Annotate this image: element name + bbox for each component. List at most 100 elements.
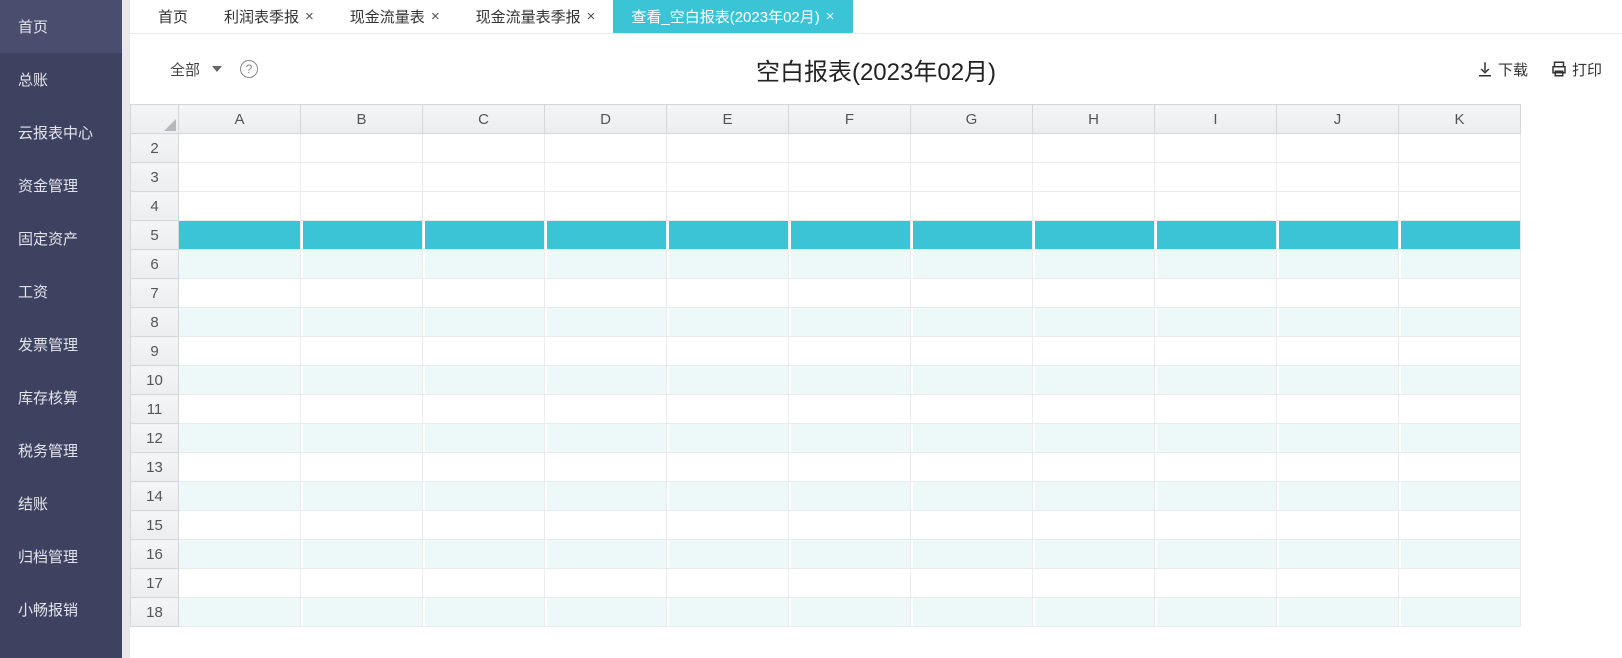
cell-F11[interactable] xyxy=(789,395,911,424)
cell-I15[interactable] xyxy=(1155,511,1277,540)
cell-J16[interactable] xyxy=(1277,540,1399,569)
cell-D16[interactable] xyxy=(545,540,667,569)
cell-B6[interactable] xyxy=(301,250,423,279)
cell-E18[interactable] xyxy=(667,598,789,627)
col-header-F[interactable]: F xyxy=(789,105,911,134)
cell-C13[interactable] xyxy=(423,453,545,482)
cell-K5[interactable] xyxy=(1399,221,1521,250)
cell-K6[interactable] xyxy=(1399,250,1521,279)
cell-I11[interactable] xyxy=(1155,395,1277,424)
cell-G15[interactable] xyxy=(911,511,1033,540)
cell-K3[interactable] xyxy=(1399,163,1521,192)
cell-F16[interactable] xyxy=(789,540,911,569)
cell-K13[interactable] xyxy=(1399,453,1521,482)
cell-G16[interactable] xyxy=(911,540,1033,569)
cell-B2[interactable] xyxy=(301,134,423,163)
cell-K17[interactable] xyxy=(1399,569,1521,598)
cell-I6[interactable] xyxy=(1155,250,1277,279)
col-header-A[interactable]: A xyxy=(179,105,301,134)
cell-J13[interactable] xyxy=(1277,453,1399,482)
cell-B4[interactable] xyxy=(301,192,423,221)
cell-H8[interactable] xyxy=(1033,308,1155,337)
cell-G5[interactable] xyxy=(911,221,1033,250)
cell-B13[interactable] xyxy=(301,453,423,482)
cell-H14[interactable] xyxy=(1033,482,1155,511)
cell-B9[interactable] xyxy=(301,337,423,366)
cell-F14[interactable] xyxy=(789,482,911,511)
close-icon[interactable]: × xyxy=(587,9,596,24)
cell-F7[interactable] xyxy=(789,279,911,308)
cell-K9[interactable] xyxy=(1399,337,1521,366)
col-header-E[interactable]: E xyxy=(667,105,789,134)
sidebar-scrollbar[interactable] xyxy=(122,0,130,658)
cell-C8[interactable] xyxy=(423,308,545,337)
cell-K8[interactable] xyxy=(1399,308,1521,337)
cell-B11[interactable] xyxy=(301,395,423,424)
sheet-corner[interactable] xyxy=(131,105,179,134)
cell-H11[interactable] xyxy=(1033,395,1155,424)
cell-F10[interactable] xyxy=(789,366,911,395)
cell-D6[interactable] xyxy=(545,250,667,279)
cell-F5[interactable] xyxy=(789,221,911,250)
cell-A16[interactable] xyxy=(179,540,301,569)
cell-J3[interactable] xyxy=(1277,163,1399,192)
row-header-11[interactable]: 11 xyxy=(131,395,179,424)
cell-K10[interactable] xyxy=(1399,366,1521,395)
filter-dropdown[interactable] xyxy=(212,66,222,72)
col-header-J[interactable]: J xyxy=(1277,105,1399,134)
cell-I5[interactable] xyxy=(1155,221,1277,250)
cell-H13[interactable] xyxy=(1033,453,1155,482)
cell-F13[interactable] xyxy=(789,453,911,482)
sidebar-item-9[interactable]: 结账 xyxy=(0,477,126,530)
cell-J17[interactable] xyxy=(1277,569,1399,598)
cell-I13[interactable] xyxy=(1155,453,1277,482)
close-icon[interactable]: × xyxy=(431,9,440,24)
cell-I8[interactable] xyxy=(1155,308,1277,337)
row-header-18[interactable]: 18 xyxy=(131,598,179,627)
cell-K16[interactable] xyxy=(1399,540,1521,569)
cell-B14[interactable] xyxy=(301,482,423,511)
cell-D7[interactable] xyxy=(545,279,667,308)
cell-D8[interactable] xyxy=(545,308,667,337)
cell-A14[interactable] xyxy=(179,482,301,511)
cell-K11[interactable] xyxy=(1399,395,1521,424)
cell-K2[interactable] xyxy=(1399,134,1521,163)
print-button[interactable]: 打印 xyxy=(1550,59,1602,80)
cell-C5[interactable] xyxy=(423,221,545,250)
cell-I2[interactable] xyxy=(1155,134,1277,163)
cell-E14[interactable] xyxy=(667,482,789,511)
cell-J2[interactable] xyxy=(1277,134,1399,163)
cell-E15[interactable] xyxy=(667,511,789,540)
cell-G12[interactable] xyxy=(911,424,1033,453)
cell-J5[interactable] xyxy=(1277,221,1399,250)
cell-G10[interactable] xyxy=(911,366,1033,395)
cell-D12[interactable] xyxy=(545,424,667,453)
cell-J9[interactable] xyxy=(1277,337,1399,366)
cell-C9[interactable] xyxy=(423,337,545,366)
cell-D3[interactable] xyxy=(545,163,667,192)
cell-H9[interactable] xyxy=(1033,337,1155,366)
row-header-14[interactable]: 14 xyxy=(131,482,179,511)
row-header-10[interactable]: 10 xyxy=(131,366,179,395)
col-header-G[interactable]: G xyxy=(911,105,1033,134)
cell-D4[interactable] xyxy=(545,192,667,221)
cell-E6[interactable] xyxy=(667,250,789,279)
cell-E7[interactable] xyxy=(667,279,789,308)
cell-I17[interactable] xyxy=(1155,569,1277,598)
cell-D9[interactable] xyxy=(545,337,667,366)
cell-C18[interactable] xyxy=(423,598,545,627)
cell-C15[interactable] xyxy=(423,511,545,540)
cell-G2[interactable] xyxy=(911,134,1033,163)
sidebar-item-1[interactable]: 总账 xyxy=(0,53,126,106)
cell-K15[interactable] xyxy=(1399,511,1521,540)
cell-J15[interactable] xyxy=(1277,511,1399,540)
row-header-16[interactable]: 16 xyxy=(131,540,179,569)
tab-0[interactable]: 首页 xyxy=(140,0,206,33)
cell-F9[interactable] xyxy=(789,337,911,366)
cell-F2[interactable] xyxy=(789,134,911,163)
cell-J18[interactable] xyxy=(1277,598,1399,627)
cell-E12[interactable] xyxy=(667,424,789,453)
cell-D2[interactable] xyxy=(545,134,667,163)
cell-E11[interactable] xyxy=(667,395,789,424)
cell-E8[interactable] xyxy=(667,308,789,337)
